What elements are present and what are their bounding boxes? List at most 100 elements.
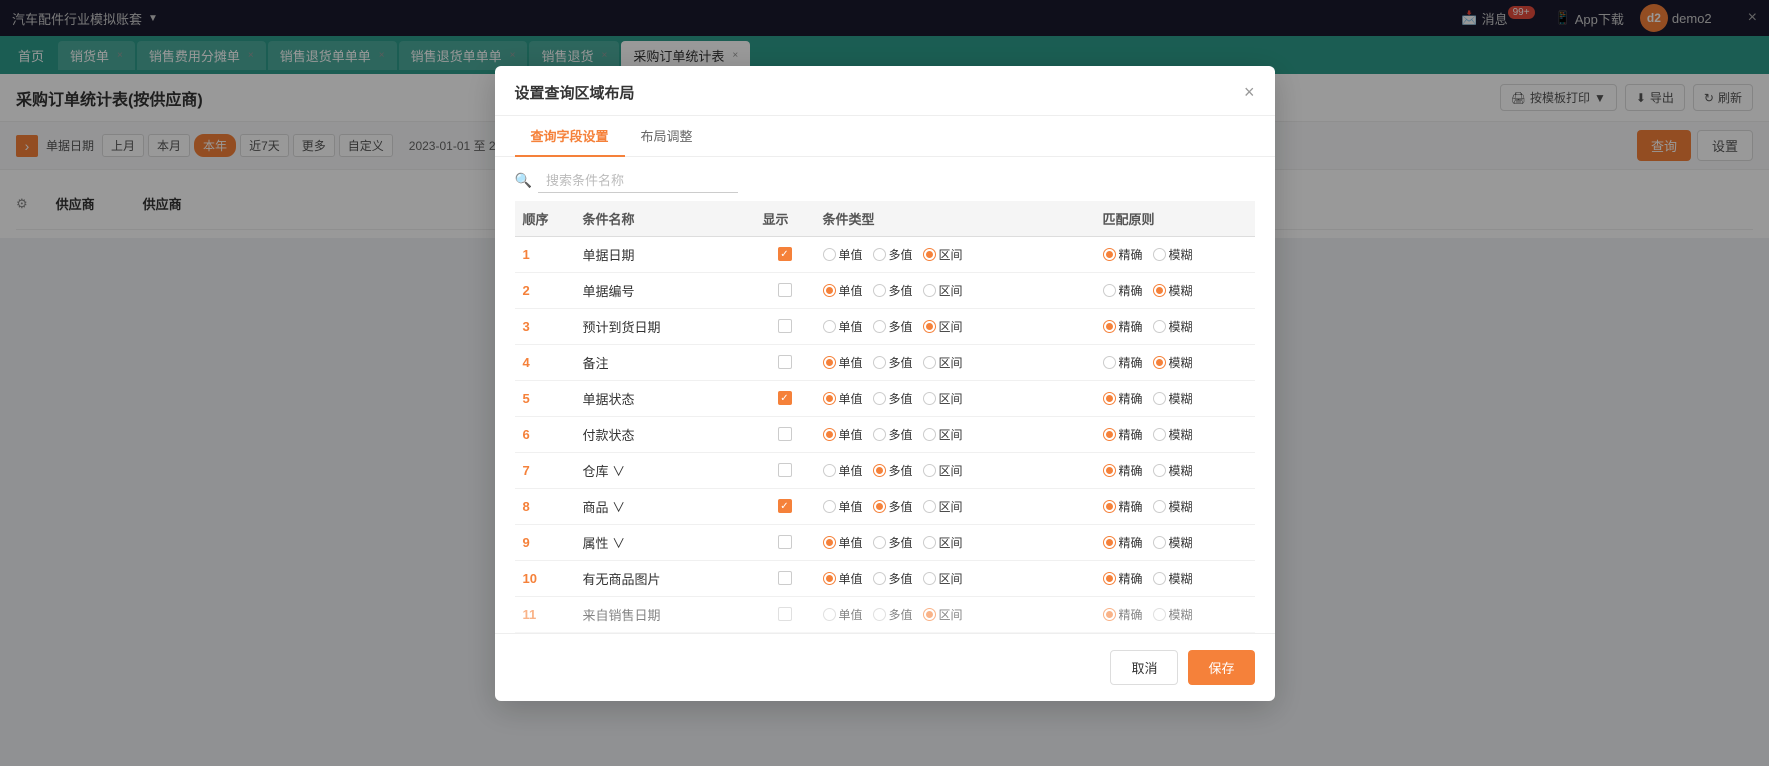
type-multi[interactable]: 多值 (873, 354, 913, 371)
match-fuzzy-radio[interactable] (1153, 284, 1166, 297)
type-range-radio[interactable] (923, 356, 936, 369)
show-checkbox[interactable] (778, 499, 792, 513)
type-single[interactable]: 单值 (823, 282, 863, 299)
match-exact[interactable]: 精确 (1103, 282, 1143, 299)
match-exact-radio[interactable] (1103, 248, 1116, 261)
type-single[interactable]: 单值 (823, 246, 863, 263)
match-exact-radio[interactable] (1103, 320, 1116, 333)
match-fuzzy-radio[interactable] (1153, 608, 1166, 621)
show-checkbox[interactable] (778, 607, 792, 621)
type-single[interactable]: 单值 (823, 354, 863, 371)
match-fuzzy[interactable]: 模糊 (1153, 570, 1193, 587)
type-single-radio[interactable] (823, 392, 836, 405)
match-fuzzy[interactable]: 模糊 (1153, 354, 1193, 371)
type-range[interactable]: 区间 (923, 282, 963, 299)
type-single-radio[interactable] (823, 284, 836, 297)
type-multi-radio[interactable] (873, 536, 886, 549)
show-checkbox[interactable] (778, 535, 792, 549)
type-range-radio[interactable] (923, 572, 936, 585)
tab-query-fields[interactable]: 查询字段设置 (515, 116, 625, 157)
match-fuzzy[interactable]: 模糊 (1153, 390, 1193, 407)
type-single-radio[interactable] (823, 248, 836, 261)
show-checkbox[interactable] (778, 391, 792, 405)
type-range[interactable]: 区间 (923, 318, 963, 335)
match-exact[interactable]: 精确 (1103, 318, 1143, 335)
match-fuzzy-radio[interactable] (1153, 392, 1166, 405)
type-multi[interactable]: 多值 (873, 606, 913, 623)
show-checkbox[interactable] (778, 427, 792, 441)
match-fuzzy[interactable]: 模糊 (1153, 606, 1193, 623)
type-range-radio[interactable] (923, 392, 936, 405)
dialog-close-btn[interactable]: × (1244, 82, 1255, 103)
save-button[interactable]: 保存 (1188, 650, 1254, 685)
type-range[interactable]: 区间 (923, 534, 963, 551)
type-single[interactable]: 单值 (823, 606, 863, 623)
type-single[interactable]: 单值 (823, 570, 863, 587)
match-fuzzy[interactable]: 模糊 (1153, 534, 1193, 551)
type-range[interactable]: 区间 (923, 426, 963, 443)
match-fuzzy[interactable]: 模糊 (1153, 282, 1193, 299)
type-multi-radio[interactable] (873, 464, 886, 477)
type-range[interactable]: 区间 (923, 246, 963, 263)
type-range-radio[interactable] (923, 500, 936, 513)
match-exact-radio[interactable] (1103, 500, 1116, 513)
type-multi-radio[interactable] (873, 320, 886, 333)
type-single-radio[interactable] (823, 608, 836, 621)
match-exact-radio[interactable] (1103, 572, 1116, 585)
type-multi[interactable]: 多值 (873, 462, 913, 479)
type-single[interactable]: 单值 (823, 426, 863, 443)
type-single-radio[interactable] (823, 356, 836, 369)
match-fuzzy-radio[interactable] (1153, 464, 1166, 477)
type-range-radio[interactable] (923, 464, 936, 477)
type-multi-radio[interactable] (873, 500, 886, 513)
match-fuzzy-radio[interactable] (1153, 248, 1166, 261)
search-input[interactable] (538, 169, 738, 193)
cancel-button[interactable]: 取消 (1110, 650, 1178, 685)
type-range[interactable]: 区间 (923, 498, 963, 515)
show-checkbox[interactable] (778, 247, 792, 261)
match-exact-radio[interactable] (1103, 356, 1116, 369)
match-exact-radio[interactable] (1103, 392, 1116, 405)
type-range[interactable]: 区间 (923, 462, 963, 479)
type-single[interactable]: 单值 (823, 498, 863, 515)
show-checkbox[interactable] (778, 463, 792, 477)
match-fuzzy[interactable]: 模糊 (1153, 426, 1193, 443)
type-single-radio[interactable] (823, 500, 836, 513)
type-range-radio[interactable] (923, 536, 936, 549)
type-range-radio[interactable] (923, 284, 936, 297)
match-fuzzy-radio[interactable] (1153, 572, 1166, 585)
match-exact[interactable]: 精确 (1103, 462, 1143, 479)
type-single[interactable]: 单值 (823, 462, 863, 479)
match-fuzzy[interactable]: 模糊 (1153, 246, 1193, 263)
match-exact[interactable]: 精确 (1103, 246, 1143, 263)
match-fuzzy[interactable]: 模糊 (1153, 318, 1193, 335)
match-exact[interactable]: 精确 (1103, 354, 1143, 371)
type-range[interactable]: 区间 (923, 354, 963, 371)
type-range-radio[interactable] (923, 608, 936, 621)
match-exact[interactable]: 精确 (1103, 498, 1143, 515)
match-fuzzy-radio[interactable] (1153, 536, 1166, 549)
show-checkbox[interactable] (778, 283, 792, 297)
match-exact-radio[interactable] (1103, 536, 1116, 549)
show-checkbox[interactable] (778, 571, 792, 585)
type-range[interactable]: 区间 (923, 606, 963, 623)
match-exact[interactable]: 精确 (1103, 534, 1143, 551)
type-single-radio[interactable] (823, 464, 836, 477)
type-multi-radio[interactable] (873, 392, 886, 405)
type-multi-radio[interactable] (873, 356, 886, 369)
type-multi[interactable]: 多值 (873, 390, 913, 407)
match-exact[interactable]: 精确 (1103, 570, 1143, 587)
type-multi[interactable]: 多值 (873, 426, 913, 443)
type-multi[interactable]: 多值 (873, 534, 913, 551)
match-fuzzy[interactable]: 模糊 (1153, 498, 1193, 515)
show-checkbox[interactable] (778, 355, 792, 369)
type-multi-radio[interactable] (873, 428, 886, 441)
type-multi-radio[interactable] (873, 572, 886, 585)
type-range-radio[interactable] (923, 428, 936, 441)
type-single-radio[interactable] (823, 572, 836, 585)
match-exact-radio[interactable] (1103, 284, 1116, 297)
type-multi[interactable]: 多值 (873, 498, 913, 515)
type-single[interactable]: 单值 (823, 390, 863, 407)
match-fuzzy-radio[interactable] (1153, 320, 1166, 333)
type-multi-radio[interactable] (873, 608, 886, 621)
